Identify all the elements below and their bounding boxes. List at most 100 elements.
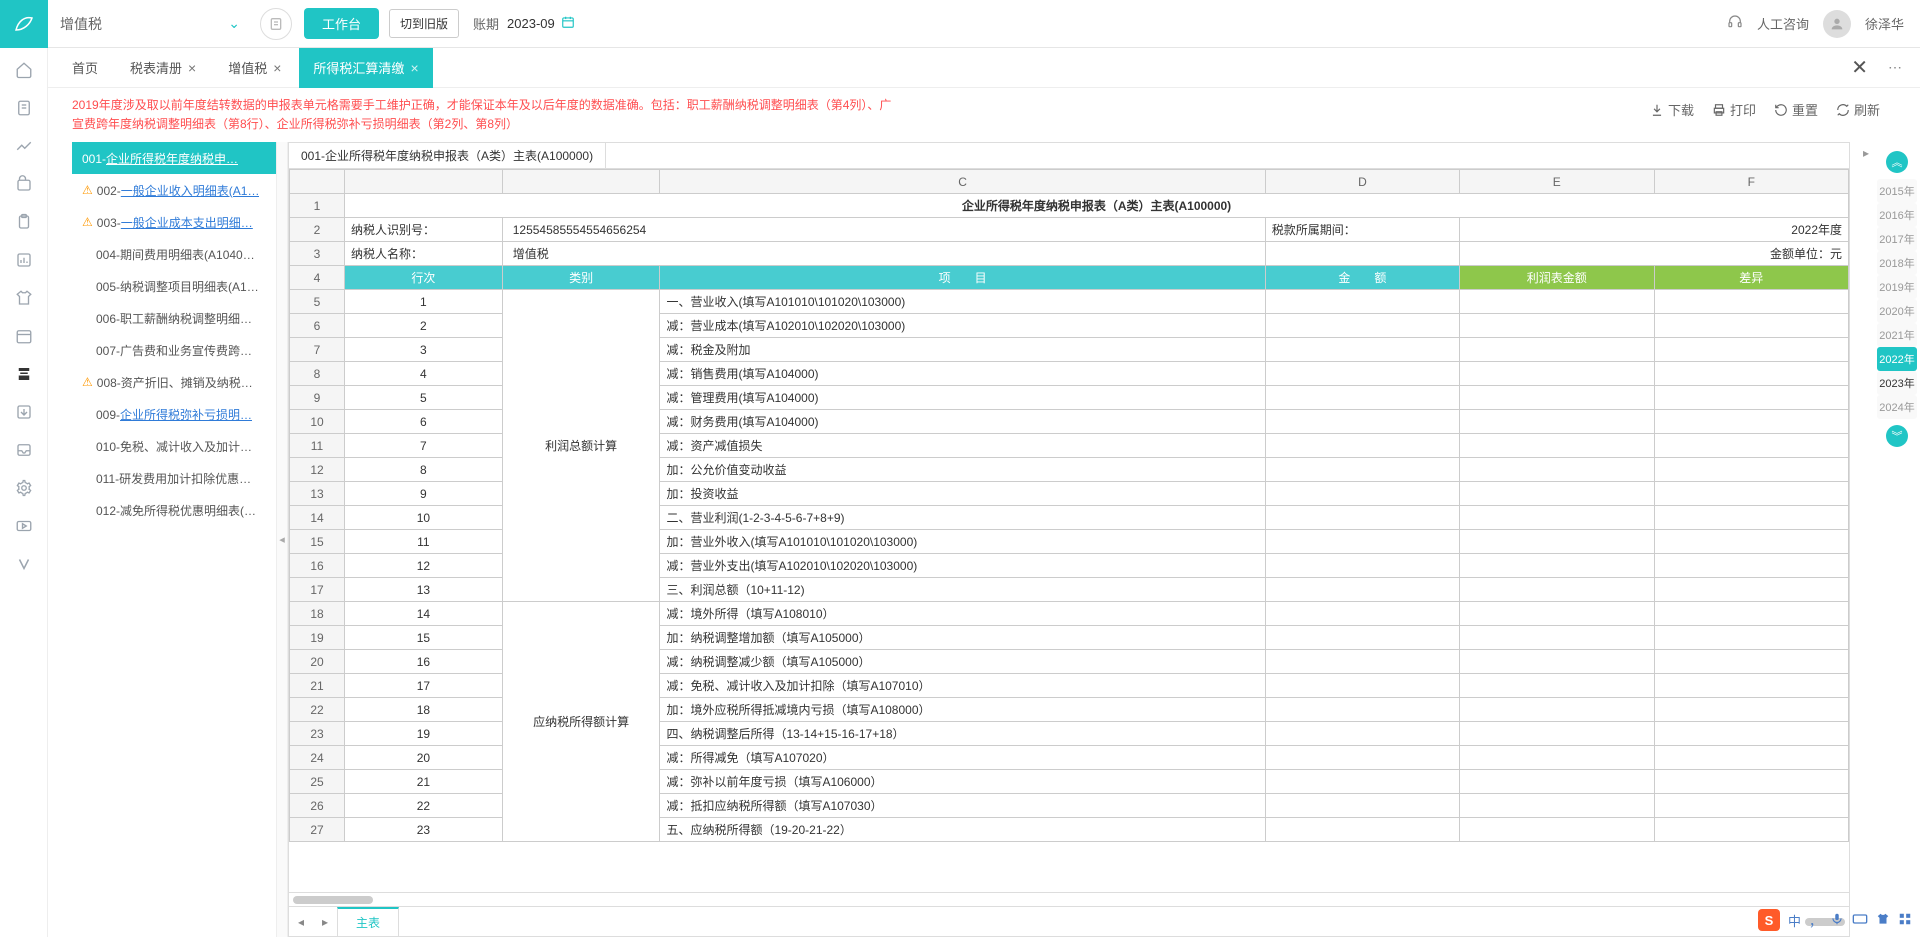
switch-old-button[interactable]: 切到旧版 xyxy=(389,9,459,38)
print-button[interactable]: 打印 xyxy=(1712,100,1756,119)
value-cell[interactable] xyxy=(1654,674,1848,698)
value-cell[interactable] xyxy=(1265,722,1459,746)
form-list-item[interactable]: 009-企业所得税弥补亏损明… xyxy=(72,398,276,430)
value-cell[interactable] xyxy=(1460,746,1654,770)
form-list-item[interactable]: 012-减免所得税优惠明细表(… xyxy=(72,494,276,526)
value-cell[interactable] xyxy=(1654,290,1848,314)
value-cell[interactable] xyxy=(1265,362,1459,386)
nav-chart-icon[interactable] xyxy=(14,136,34,156)
nav-clipboard-icon[interactable] xyxy=(14,212,34,232)
value-cell[interactable] xyxy=(1654,746,1848,770)
value-cell[interactable] xyxy=(1654,650,1848,674)
value-cell[interactable] xyxy=(1460,626,1654,650)
value-cell[interactable] xyxy=(1654,602,1848,626)
ime-skin-icon[interactable] xyxy=(1876,912,1890,929)
nav-shirt-icon[interactable] xyxy=(14,288,34,308)
value-cell[interactable] xyxy=(1654,362,1848,386)
sheet-name-tab[interactable]: 001-企业所得税年度纳税申报表（A类）主表(A100000) xyxy=(289,143,606,168)
nav-report-icon[interactable] xyxy=(14,250,34,270)
year-up-icon[interactable]: ︽ xyxy=(1886,151,1908,173)
year-pill[interactable]: 2020年 xyxy=(1877,299,1917,323)
sheet-prev-icon[interactable]: ◂ xyxy=(289,915,313,929)
form-list-item[interactable]: ⚠002-一般企业收入明细表(A1… xyxy=(72,174,276,206)
form-list-item[interactable]: 011-研发费用加计扣除优惠… xyxy=(72,462,276,494)
value-cell[interactable] xyxy=(1460,530,1654,554)
value-cell[interactable] xyxy=(1460,314,1654,338)
value-cell[interactable] xyxy=(1654,698,1848,722)
nav-doc-icon[interactable] xyxy=(14,98,34,118)
value-cell[interactable] xyxy=(1460,410,1654,434)
value-cell[interactable] xyxy=(1654,722,1848,746)
value-cell[interactable] xyxy=(1654,818,1848,842)
value-cell[interactable] xyxy=(1265,602,1459,626)
nav-inbox-icon[interactable] xyxy=(14,440,34,460)
form-list-item[interactable]: ⚠008-资产折旧、摊销及纳税… xyxy=(72,366,276,398)
value-cell[interactable] xyxy=(1265,578,1459,602)
tab-close-icon[interactable]: × xyxy=(410,60,418,76)
nav-calendar-icon[interactable] xyxy=(14,326,34,346)
value-cell[interactable] xyxy=(1654,554,1848,578)
value-cell[interactable] xyxy=(1460,770,1654,794)
value-cell[interactable] xyxy=(1460,650,1654,674)
nav-home-icon[interactable] xyxy=(14,60,34,80)
nav-bag-icon[interactable] xyxy=(14,174,34,194)
refresh-button[interactable]: 刷新 xyxy=(1836,100,1880,119)
ime-logo-icon[interactable]: S xyxy=(1758,909,1780,931)
sheet-hscroll[interactable] xyxy=(289,892,1849,906)
value-cell[interactable] xyxy=(1654,386,1848,410)
value-cell[interactable] xyxy=(1460,458,1654,482)
value-cell[interactable] xyxy=(1654,770,1848,794)
tab-item[interactable]: 税表清册× xyxy=(116,48,210,88)
sheet-footer-tab[interactable]: 主表 xyxy=(337,907,399,936)
close-all-tabs-icon[interactable]: ✕ xyxy=(1843,55,1876,80)
year-pill[interactable]: 2022年 xyxy=(1877,347,1917,371)
value-cell[interactable] xyxy=(1460,698,1654,722)
sheet-expand-icon[interactable]: ▸ xyxy=(1858,142,1874,937)
value-cell[interactable] xyxy=(1265,314,1459,338)
value-cell[interactable] xyxy=(1265,290,1459,314)
app-logo[interactable] xyxy=(0,0,48,48)
year-pill[interactable]: 2017年 xyxy=(1877,227,1917,251)
value-cell[interactable] xyxy=(1654,794,1848,818)
form-list-item[interactable]: 007-广告费和业务宣传费跨… xyxy=(72,334,276,366)
value-cell[interactable] xyxy=(1265,338,1459,362)
value-cell[interactable] xyxy=(1265,482,1459,506)
value-cell[interactable] xyxy=(1460,794,1654,818)
value-cell[interactable] xyxy=(1460,386,1654,410)
period-value[interactable]: 2023-09 xyxy=(507,16,555,31)
tab-item[interactable]: 首页 xyxy=(58,48,112,88)
value-cell[interactable] xyxy=(1460,290,1654,314)
value-cell[interactable] xyxy=(1265,554,1459,578)
year-pill[interactable]: 2015年 xyxy=(1877,179,1917,203)
year-pill[interactable]: 2019年 xyxy=(1877,275,1917,299)
value-cell[interactable] xyxy=(1654,626,1848,650)
value-cell[interactable] xyxy=(1654,314,1848,338)
value-cell[interactable] xyxy=(1654,434,1848,458)
year-down-icon[interactable]: ︾ xyxy=(1886,425,1908,447)
value-cell[interactable] xyxy=(1460,338,1654,362)
ime-tools-icon[interactable] xyxy=(1898,912,1912,929)
year-pill[interactable]: 2016年 xyxy=(1877,203,1917,227)
year-pill[interactable]: 2018年 xyxy=(1877,251,1917,275)
value-cell[interactable] xyxy=(1654,506,1848,530)
calendar-icon[interactable] xyxy=(561,15,575,32)
value-cell[interactable] xyxy=(1265,506,1459,530)
value-cell[interactable] xyxy=(1654,458,1848,482)
value-cell[interactable] xyxy=(1460,482,1654,506)
year-pill[interactable]: 2021年 xyxy=(1877,323,1917,347)
value-cell[interactable] xyxy=(1265,794,1459,818)
year-pill[interactable]: 2024年 xyxy=(1877,395,1917,419)
value-cell[interactable] xyxy=(1265,770,1459,794)
tab-close-icon[interactable]: × xyxy=(188,60,196,76)
nav-v-icon[interactable] xyxy=(14,554,34,574)
tab-item[interactable]: 所得税汇算清缴× xyxy=(299,48,432,88)
value-cell[interactable] xyxy=(1460,818,1654,842)
sheet-next-icon[interactable]: ▸ xyxy=(313,915,337,929)
nav-video-icon[interactable] xyxy=(14,516,34,536)
download-button[interactable]: 下载 xyxy=(1650,100,1694,119)
nav-settings-icon[interactable] xyxy=(14,478,34,498)
nav-export-icon[interactable] xyxy=(14,402,34,422)
value-cell[interactable] xyxy=(1654,530,1848,554)
value-cell[interactable] xyxy=(1265,626,1459,650)
value-cell[interactable] xyxy=(1654,410,1848,434)
